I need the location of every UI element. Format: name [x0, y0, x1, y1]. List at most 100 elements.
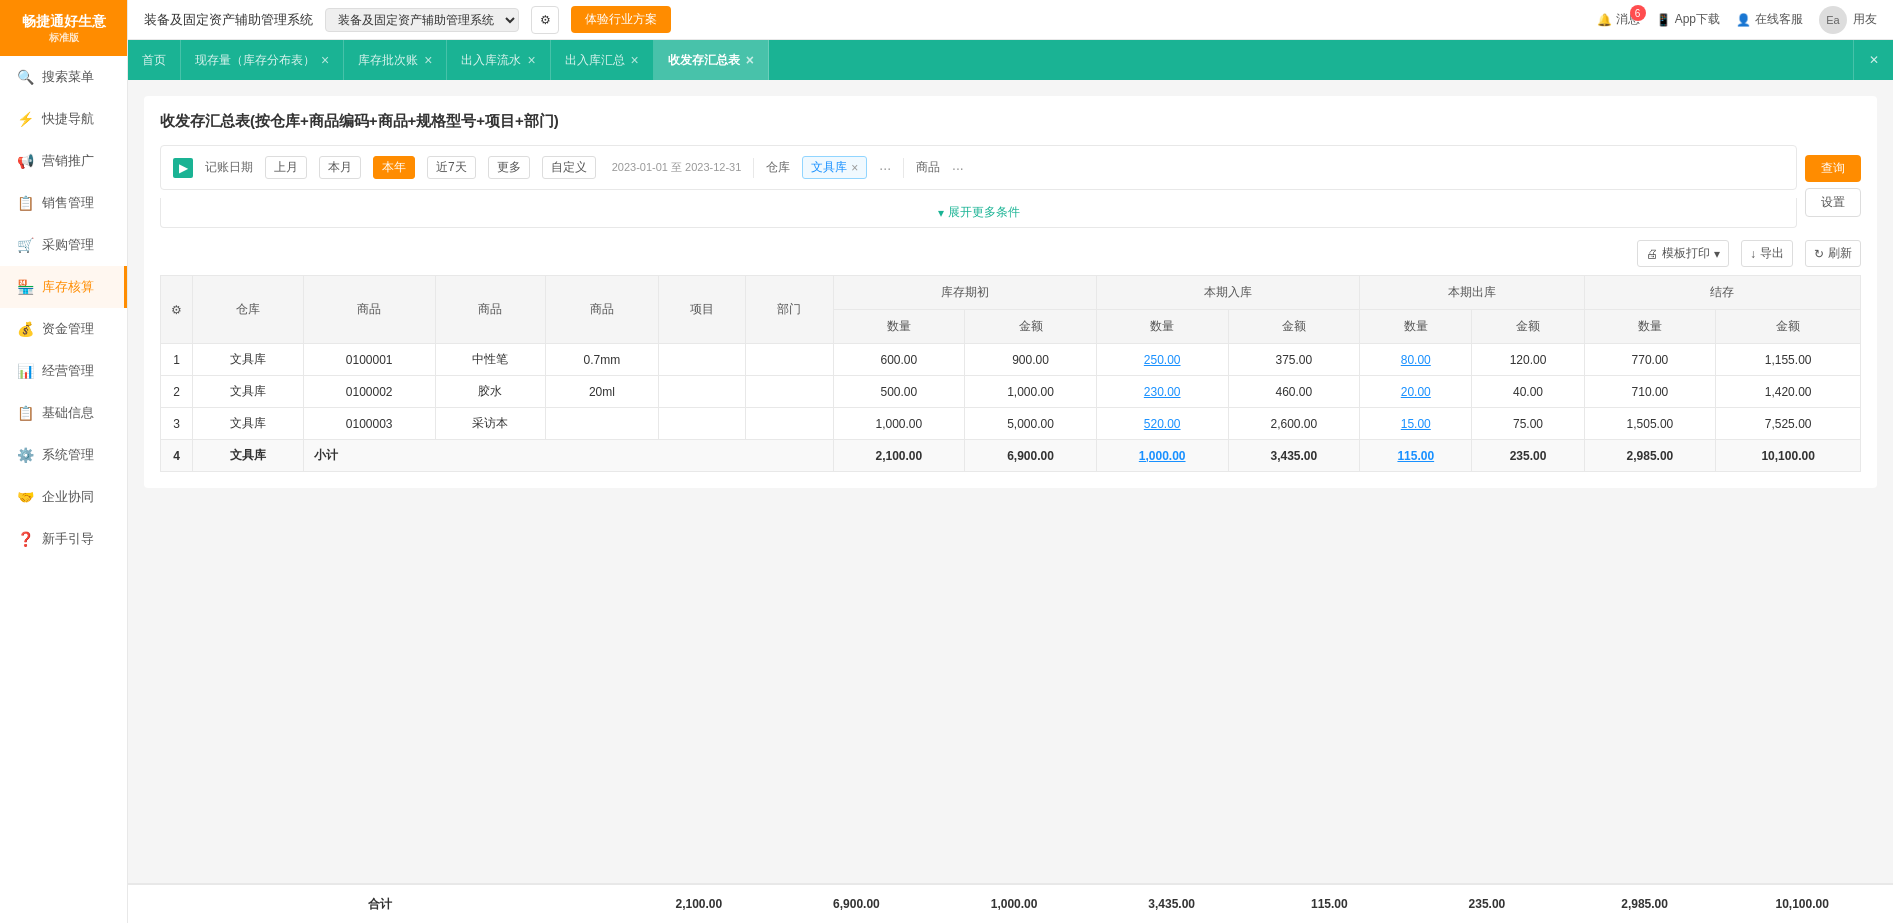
app-download-label: App下载 [1675, 11, 1720, 28]
finance-icon: 💰 [16, 320, 34, 338]
warehouse-tag: 文具库 × [802, 156, 867, 179]
tab-close-icon[interactable]: × [424, 52, 432, 68]
date-this-year[interactable]: 本年 [373, 156, 415, 179]
print-icon: 🖨 [1646, 247, 1658, 261]
service-icon: 👤 [1736, 13, 1751, 27]
tab-inout-summary[interactable]: 出入库汇总 × [551, 40, 654, 80]
th-product-name: 商品 [435, 276, 546, 344]
cell-product-code: 0100001 [303, 344, 435, 376]
sidebar-label: 营销推广 [42, 152, 94, 170]
sales-icon: 📋 [16, 194, 34, 212]
export-button[interactable]: ↓ 导出 [1741, 240, 1793, 267]
cell-project [658, 408, 746, 440]
sidebar-item-enterprise[interactable]: 🤝 企业协同 [0, 476, 127, 518]
expand-more-conditions[interactable]: ▾ 展开更多条件 [160, 198, 1797, 228]
cell-in-amt: 460.00 [1228, 376, 1360, 408]
cell-balance-qty: 2,985.00 [1584, 440, 1716, 472]
th-balance-group: 结存 [1584, 276, 1860, 310]
date-this-month[interactable]: 本月 [319, 156, 361, 179]
tab-close-icon[interactable]: × [746, 52, 754, 68]
cell-out-qty[interactable]: 15.00 [1360, 408, 1472, 440]
tab-close-icon[interactable]: × [527, 52, 535, 68]
cell-in-qty[interactable]: 250.00 [1096, 344, 1228, 376]
date-label: 记账日期 [205, 159, 253, 176]
tab-receive-summary[interactable]: 收发存汇总表 × [654, 40, 769, 80]
sidebar-item-system[interactable]: ⚙️ 系统管理 [0, 434, 127, 476]
sidebar-item-marketing[interactable]: 📢 营销推广 [0, 140, 127, 182]
online-service-area[interactable]: 👤 在线客服 [1736, 11, 1803, 28]
date-custom[interactable]: 自定义 [542, 156, 596, 179]
tab-label: 库存批次账 [358, 52, 418, 69]
query-button[interactable]: 查询 [1805, 155, 1861, 182]
cell-warehouse: 文具库 [193, 440, 304, 472]
tab-bar-close-button[interactable]: ✕ [1853, 40, 1893, 80]
date-last-month[interactable]: 上月 [265, 156, 307, 179]
cell-product-spec: 20ml [546, 376, 658, 408]
cell-out-qty[interactable]: 115.00 [1360, 440, 1472, 472]
cell-in-qty[interactable]: 230.00 [1096, 376, 1228, 408]
avatar-initials: Ea [1826, 14, 1839, 26]
filter-collapse-button[interactable]: ▶ [173, 158, 193, 178]
refresh-button[interactable]: ↻ 刷新 [1805, 240, 1861, 267]
cell-balance-amt: 7,525.00 [1716, 408, 1861, 440]
sidebar-item-sales[interactable]: 📋 销售管理 [0, 182, 127, 224]
template-print-button[interactable]: 🖨 模板打印 ▾ [1637, 240, 1729, 267]
cell-out-amt: 40.00 [1472, 376, 1584, 408]
cell-in-qty[interactable]: 1,000.00 [1096, 440, 1228, 472]
sidebar-item-quick-nav[interactable]: ⚡ 快捷导航 [0, 98, 127, 140]
cell-rownum: 2 [161, 376, 193, 408]
sidebar-item-purchase[interactable]: 🛒 采购管理 [0, 224, 127, 266]
sidebar-item-guide[interactable]: ❓ 新手引导 [0, 518, 127, 560]
system-selector[interactable]: 装备及固定资产辅助管理系统 [325, 8, 519, 32]
cell-opening-qty: 600.00 [833, 344, 965, 376]
experience-button[interactable]: 体验行业方案 [571, 6, 671, 33]
settings-gear-button[interactable]: ⚙ [531, 6, 559, 34]
product-more[interactable]: ··· [952, 160, 964, 176]
sidebar: 畅捷通好生意 标准版 🔍 搜索菜单 ⚡ 快捷导航 📢 营销推广 📋 销售管理 🛒… [0, 0, 128, 923]
tab-label: 收发存汇总表 [668, 52, 740, 69]
tab-inventory[interactable]: 现存量（库存分布表） × [181, 40, 344, 80]
tab-label: 出入库汇总 [565, 52, 625, 69]
tab-inout-flow[interactable]: 出入库流水 × [447, 40, 550, 80]
sidebar-item-inventory[interactable]: 🏪 库存核算 [0, 266, 127, 308]
notification-area[interactable]: 🔔 消息 6 [1597, 11, 1640, 28]
avatar: Ea [1819, 6, 1847, 34]
sidebar-item-search[interactable]: 🔍 搜索菜单 [0, 56, 127, 98]
setting-button[interactable]: 设置 [1805, 188, 1861, 217]
date-more[interactable]: 更多 [488, 156, 530, 179]
th-warehouse: 仓库 [193, 276, 304, 344]
date-7days[interactable]: 近7天 [427, 156, 476, 179]
divider2 [903, 158, 904, 178]
tab-label: 出入库流水 [461, 52, 521, 69]
cell-opening-amt: 1,000.00 [965, 376, 1097, 408]
mobile-icon: 📱 [1656, 13, 1671, 27]
tab-close-icon[interactable]: × [631, 52, 639, 68]
tab-bar: 首页 现存量（库存分布表） × 库存批次账 × 出入库流水 × 出入库汇总 × … [128, 40, 1893, 80]
tab-close-icon[interactable]: × [321, 52, 329, 68]
sidebar-item-finance[interactable]: 💰 资金管理 [0, 308, 127, 350]
th-balance-amt: 金额 [1716, 310, 1861, 344]
cell-balance-amt: 1,420.00 [1716, 376, 1861, 408]
cell-product-name: 中性笔 [435, 344, 546, 376]
th-project: 项目 [658, 276, 746, 344]
sidebar-item-base-info[interactable]: 📋 基础信息 [0, 392, 127, 434]
cell-opening-qty: 1,000.00 [833, 408, 965, 440]
table-row: 1 文具库 0100001 中性笔 0.7mm 600.00 900.00 25… [161, 344, 1861, 376]
user-area[interactable]: Ea 用友 [1819, 6, 1877, 34]
cell-in-qty[interactable]: 520.00 [1096, 408, 1228, 440]
cell-out-qty[interactable]: 80.00 [1360, 344, 1472, 376]
app-download-area[interactable]: 📱 App下载 [1656, 11, 1720, 28]
tab-batch[interactable]: 库存批次账 × [344, 40, 447, 80]
cell-opening-qty: 2,100.00 [833, 440, 965, 472]
footer-out-qty: 115.00 [1251, 893, 1409, 915]
cell-rownum: 4 [161, 440, 193, 472]
warehouse-more[interactable]: ··· [879, 160, 891, 176]
tab-home[interactable]: 首页 [128, 40, 181, 80]
print-label: 模板打印 [1662, 245, 1710, 262]
sidebar-label: 销售管理 [42, 194, 94, 212]
footer-opening-amt: 6,900.00 [778, 893, 936, 915]
cell-in-amt: 2,600.00 [1228, 408, 1360, 440]
cell-out-qty[interactable]: 20.00 [1360, 376, 1472, 408]
sidebar-item-business[interactable]: 📊 经营管理 [0, 350, 127, 392]
warehouse-tag-close[interactable]: × [851, 161, 858, 175]
